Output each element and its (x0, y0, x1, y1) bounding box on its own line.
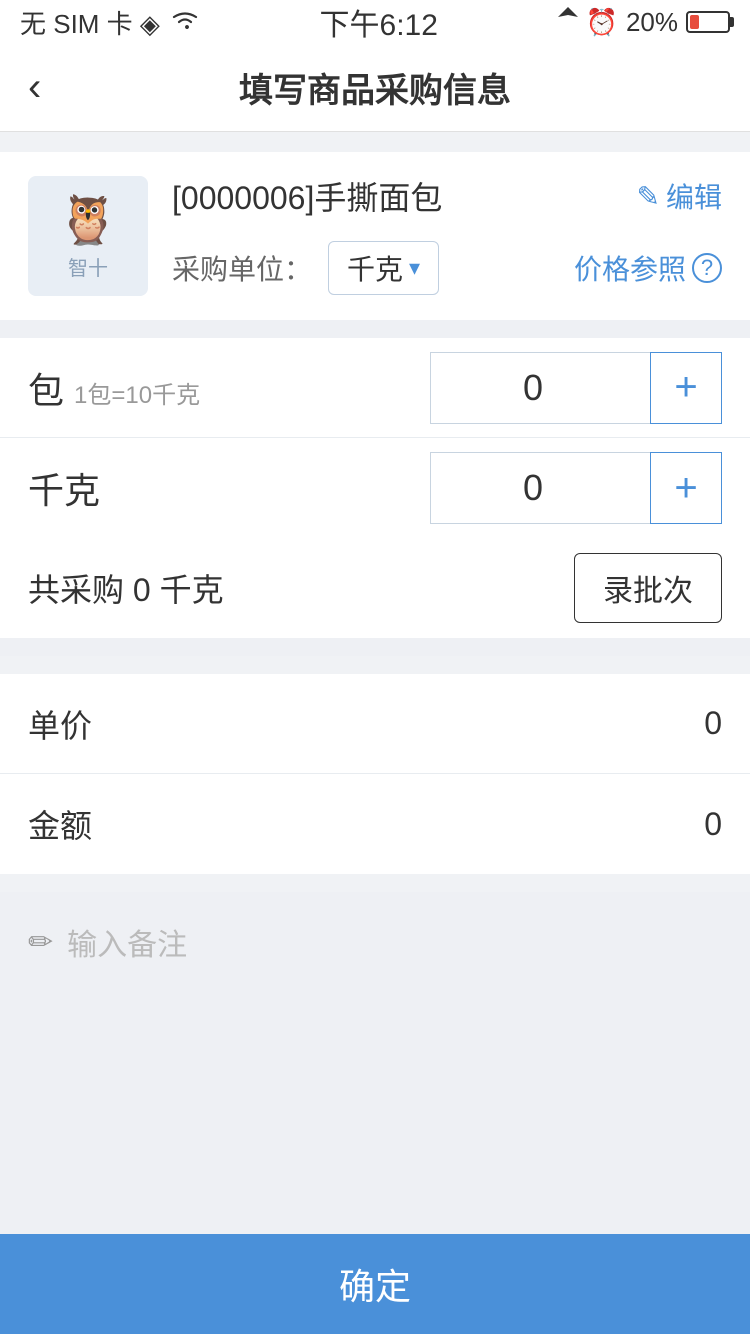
edit-label: 编辑 (666, 176, 722, 216)
input-section: 包 1包=10千克 + 千克 + (0, 338, 750, 538)
unit-price-value: 0 (704, 705, 722, 742)
separator-1 (0, 320, 750, 338)
status-time: 下午6:12 (320, 0, 438, 44)
product-image: 🦉 智十 (28, 176, 148, 296)
kg-quantity-input[interactable] (430, 452, 650, 524)
kg-input-row: 千克 + (0, 438, 750, 538)
summary-text: 共采购 0 千克 (28, 565, 224, 611)
bag-quantity-input[interactable] (430, 352, 650, 424)
product-image-icon: 🦉 (58, 191, 118, 248)
content-area (0, 992, 750, 1252)
unit-label: 采购单位： (172, 248, 312, 288)
amount-row: 金额 0 (0, 774, 750, 874)
edit-icon: ✎ (637, 180, 660, 213)
bag-sub-label: 1包=10千克 (74, 375, 200, 410)
battery-percent: 20% (626, 7, 678, 38)
wifi-icon (170, 7, 200, 38)
product-image-text: 智十 (68, 252, 108, 281)
confirm-button[interactable]: 确定 (0, 1234, 750, 1334)
note-placeholder-text: 输入备注 (67, 920, 187, 964)
location-icon (558, 7, 578, 38)
bag-label: 包 (28, 362, 64, 414)
bag-plus-button[interactable]: + (650, 352, 722, 424)
unit-price-label: 单价 (28, 701, 92, 747)
edit-button[interactable]: ✎ 编辑 (637, 176, 722, 216)
product-card: 🦉 智十 [0000006]手撕面包 ✎ 编辑 采购单位： 千克 ▾ 价格参照 … (0, 152, 750, 320)
page-title: 填写商品采购信息 (239, 63, 511, 112)
price-section: 单价 0 金额 0 (0, 674, 750, 874)
battery-indicator (686, 11, 730, 33)
status-left: 无 SIM 卡 ◈ (20, 4, 200, 41)
amount-value: 0 (704, 806, 722, 843)
unit-select[interactable]: 千克 ▾ (328, 241, 439, 295)
price-ref-button[interactable]: 价格参照 ? (574, 248, 722, 288)
kg-plus-button[interactable]: + (650, 452, 722, 524)
note-section[interactable]: ✏ 输入备注 (0, 892, 750, 992)
price-ref-label: 价格参照 (574, 248, 686, 288)
back-button[interactable]: ‹ (28, 65, 41, 110)
nav-bar: ‹ 填写商品采购信息 (0, 44, 750, 132)
chevron-down-icon: ▾ (409, 255, 420, 281)
record-batch-button[interactable]: 录批次 (574, 553, 722, 623)
status-bar: 无 SIM 卡 ◈ 下午6:12 ⏰ 20% (0, 0, 750, 44)
product-name: [0000006]手撕面包 (172, 176, 442, 221)
unit-price-row: 单价 0 (0, 674, 750, 774)
separator-2 (0, 638, 750, 656)
sim-label: 无 SIM 卡 ◈ (20, 4, 160, 41)
status-right: ⏰ 20% (558, 7, 730, 38)
info-icon: ? (692, 253, 722, 283)
amount-label: 金额 (28, 801, 92, 847)
pencil-icon: ✏ (28, 925, 53, 960)
product-info: [0000006]手撕面包 ✎ 编辑 采购单位： 千克 ▾ 价格参照 ? (172, 176, 722, 295)
summary-row: 共采购 0 千克 录批次 (0, 538, 750, 638)
bag-input-row: 包 1包=10千克 + (0, 338, 750, 438)
unit-value: 千克 (347, 248, 403, 288)
kg-label: 千克 (28, 462, 100, 514)
alarm-icon: ⏰ (586, 7, 618, 38)
